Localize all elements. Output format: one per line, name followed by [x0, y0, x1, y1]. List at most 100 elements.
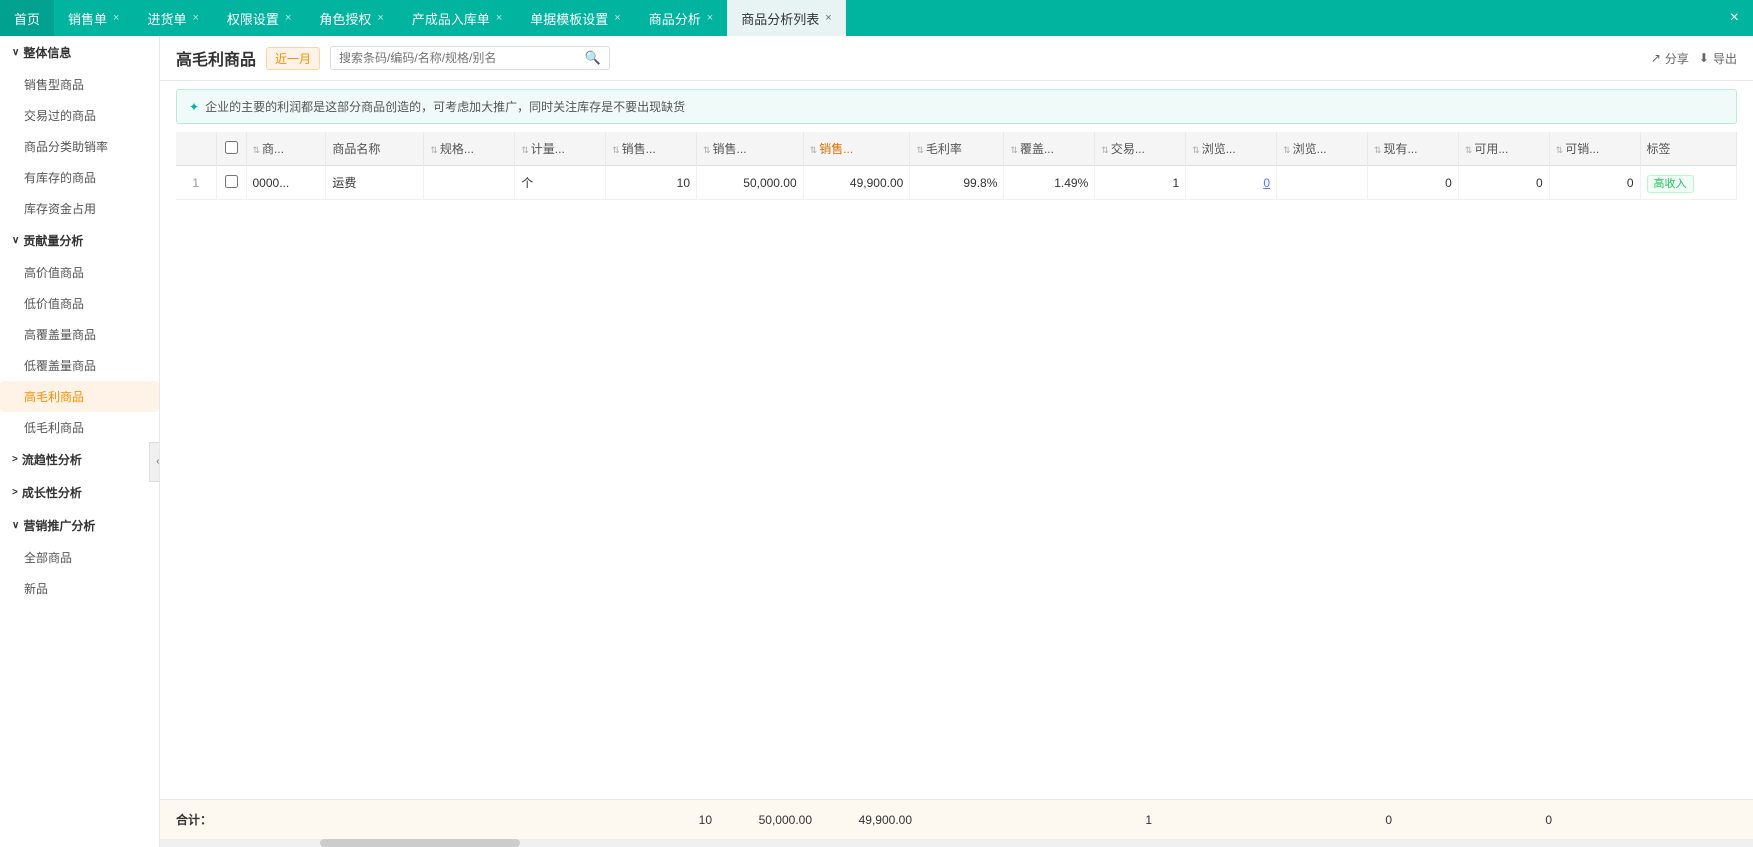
sidebar-section-流趋性分析[interactable]: >流趋性分析: [0, 443, 159, 476]
sidebar-item-高覆盖量商品[interactable]: 高覆盖量商品: [0, 319, 159, 350]
cell-sellable-stock: 0: [1549, 166, 1640, 200]
sidebar-item-高价值商品[interactable]: 高价值商品: [0, 257, 159, 288]
sidebar-item-库存资金占用[interactable]: 库存资金占用: [0, 193, 159, 224]
cell-unit: 个: [515, 166, 606, 200]
col-header-sales-cost[interactable]: ⇅销售...: [803, 132, 910, 166]
col-header-browse-rate[interactable]: ⇅浏览...: [1277, 132, 1368, 166]
col-header-name: 商品名称: [326, 132, 424, 166]
tab-close-icon[interactable]: ×: [285, 12, 291, 24]
col-header-code[interactable]: ⇅商...: [246, 132, 326, 166]
sidebar-section-营销推广分析[interactable]: ∨营销推广分析: [0, 509, 159, 542]
search-icon[interactable]: 🔍: [585, 50, 601, 66]
col-header-current-stock[interactable]: ⇅现有...: [1367, 132, 1458, 166]
col-header-gross-rate[interactable]: ⇅毛利率: [910, 132, 1004, 166]
tab-close-icon[interactable]: ×: [825, 12, 831, 24]
horizontal-scrollbar[interactable]: [160, 839, 1753, 847]
export-button[interactable]: ⬇ 导出: [1699, 50, 1737, 67]
col-header-sales-qty[interactable]: ⇅销售...: [606, 132, 697, 166]
header-actions: ↗ 分享 ⬇ 导出: [1651, 50, 1737, 67]
close-all-button[interactable]: ×: [1716, 0, 1753, 36]
footer-sales-amt: 50,000.00: [712, 813, 812, 827]
cell-available-stock: 0: [1458, 166, 1549, 200]
search-box: 🔍: [330, 46, 610, 70]
data-table-container: ⇅商... 商品名称 ⇅规格... ⇅计量... ⇅销售... ⇅销售... ⇅…: [160, 132, 1753, 799]
col-header-transactions[interactable]: ⇅交易...: [1095, 132, 1186, 166]
share-button[interactable]: ↗ 分享: [1651, 50, 1689, 67]
cell-spec: [424, 166, 515, 200]
col-header-sales-amt[interactable]: ⇅销售...: [697, 132, 804, 166]
sidebar-item-交易过的商品[interactable]: 交易过的商品: [0, 100, 159, 131]
sidebar-section-整体信息[interactable]: ∨整体信息: [0, 36, 159, 69]
nav-tab-商品分析[interactable]: 商品分析×: [635, 0, 727, 36]
tab-close-icon[interactable]: ×: [113, 12, 119, 24]
cell-sales-amt: 50,000.00: [697, 166, 804, 200]
nav-tab-销售单[interactable]: 销售单×: [54, 0, 133, 36]
data-table: ⇅商... 商品名称 ⇅规格... ⇅计量... ⇅销售... ⇅销售... ⇅…: [176, 132, 1737, 200]
sidebar-section-贡献量分析[interactable]: ∨贡献量分析: [0, 224, 159, 257]
table-footer: 合计： 10 50,000.00 49,900.00 1 0: [160, 799, 1753, 839]
table-header-row: ⇅商... 商品名称 ⇅规格... ⇅计量... ⇅销售... ⇅销售... ⇅…: [176, 132, 1737, 166]
col-header-browse-qty[interactable]: ⇅浏览...: [1186, 132, 1277, 166]
tab-close-icon[interactable]: ×: [707, 12, 713, 24]
tab-close-icon[interactable]: ×: [614, 12, 620, 24]
footer-label: 合计：: [176, 811, 212, 828]
cell-checkbox[interactable]: [216, 166, 246, 200]
sidebar-item-销售型商品[interactable]: 销售型商品: [0, 69, 159, 100]
nav-tab-商品分析列表[interactable]: 商品分析列表×: [727, 0, 845, 36]
nav-tab-首页[interactable]: 首页: [0, 0, 54, 36]
sidebar-section-成长性分析[interactable]: >成长性分析: [0, 476, 159, 509]
sidebar-item-有库存的商品[interactable]: 有库存的商品: [0, 162, 159, 193]
footer-transactions: 1: [1072, 813, 1152, 827]
sidebar-item-高毛利商品[interactable]: 高毛利商品: [0, 381, 159, 412]
top-navigation: 首页销售单×进货单×权限设置×角色授权×产成品入库单×单据模板设置×商品分析×商…: [0, 0, 1753, 36]
arrow-icon: ∨: [12, 235, 19, 246]
sidebar: « ∨整体信息销售型商品交易过的商品商品分类助销率有库存的商品库存资金占用∨贡献…: [0, 36, 160, 847]
sidebar-item-低价值商品[interactable]: 低价值商品: [0, 288, 159, 319]
cell-tag: 高收入: [1640, 166, 1736, 200]
col-header-num: [176, 132, 216, 166]
cell-sales-cost: 49,900.00: [803, 166, 910, 200]
tab-close-icon[interactable]: ×: [192, 12, 198, 24]
cell-gross-rate: 99.8%: [910, 166, 1004, 200]
sidebar-collapse-button[interactable]: «: [149, 442, 160, 482]
nav-tab-产成品入库单[interactable]: 产成品入库单×: [398, 0, 516, 36]
cell-transactions: 1: [1095, 166, 1186, 200]
cell-code: 0000...: [246, 166, 326, 200]
share-icon: ↗: [1651, 51, 1661, 65]
cell-name: 运费: [326, 166, 424, 200]
col-header-coverage[interactable]: ⇅覆盖...: [1004, 132, 1095, 166]
tab-close-icon[interactable]: ×: [496, 12, 502, 24]
cell-browse-rate: [1277, 166, 1368, 200]
sidebar-item-全部商品[interactable]: 全部商品: [0, 542, 159, 573]
period-button[interactable]: 近一月: [266, 47, 320, 70]
select-all-checkbox[interactable]: [225, 141, 238, 154]
nav-tab-单据模板设置[interactable]: 单据模板设置×: [516, 0, 634, 36]
nav-tab-进货单[interactable]: 进货单×: [133, 0, 212, 36]
footer-current-stock: 0: [1312, 813, 1392, 827]
tab-close-icon[interactable]: ×: [377, 12, 383, 24]
footer-sales-cost: 49,900.00: [812, 813, 912, 827]
sidebar-item-低覆盖量商品[interactable]: 低覆盖量商品: [0, 350, 159, 381]
nav-tab-角色授权[interactable]: 角色授权×: [305, 0, 397, 36]
nav-tab-权限设置[interactable]: 权限设置×: [213, 0, 305, 36]
search-input[interactable]: [339, 51, 585, 65]
row-checkbox[interactable]: [225, 175, 238, 188]
col-header-sellable-stock[interactable]: ⇅可销...: [1549, 132, 1640, 166]
col-header-unit[interactable]: ⇅计量...: [515, 132, 606, 166]
content-header: 高毛利商品 近一月 🔍 ↗ 分享 ⬇ 导出: [160, 36, 1753, 81]
cell-sales-qty: 10: [606, 166, 697, 200]
col-header-spec[interactable]: ⇅规格...: [424, 132, 515, 166]
sidebar-item-低毛利商品[interactable]: 低毛利商品: [0, 412, 159, 443]
cell-browse-qty[interactable]: 0: [1186, 166, 1277, 200]
info-banner: ✦ 企业的主要的利润都是这部分商品创造的，可考虑加大推广，同时关注库存是不要出现…: [176, 89, 1737, 124]
table-row: 1 0000... 运费 个 10 50,000.00 49,900.00 99…: [176, 166, 1737, 200]
cell-coverage: 1.49%: [1004, 166, 1095, 200]
col-header-checkbox[interactable]: [216, 132, 246, 166]
sidebar-item-新品[interactable]: 新品: [0, 573, 159, 604]
arrow-icon: ∨: [12, 520, 19, 531]
content-area: 高毛利商品 近一月 🔍 ↗ 分享 ⬇ 导出: [160, 36, 1753, 847]
arrow-icon: ∨: [12, 47, 19, 58]
sidebar-item-商品分类助销率[interactable]: 商品分类助销率: [0, 131, 159, 162]
tag-badge: 高收入: [1647, 175, 1694, 193]
col-header-available-stock[interactable]: ⇅可用...: [1458, 132, 1549, 166]
